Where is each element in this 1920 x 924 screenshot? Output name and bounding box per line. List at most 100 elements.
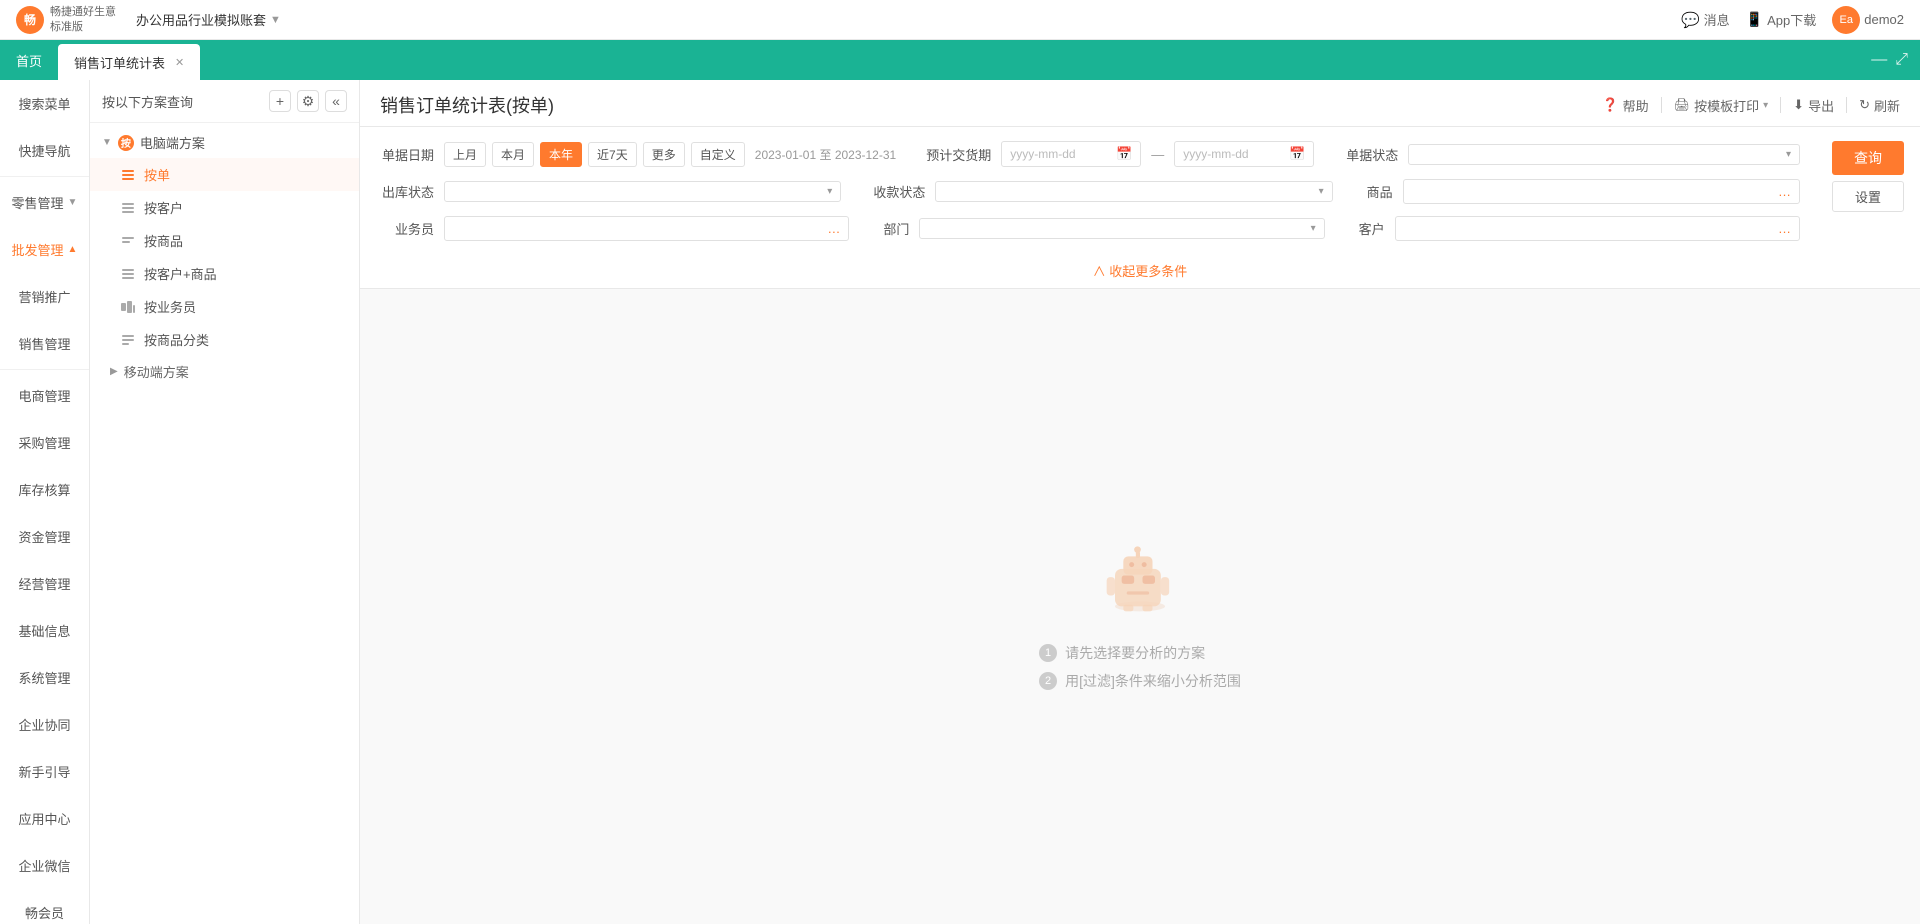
department-select[interactable]: ▾ xyxy=(919,218,1324,239)
scheme-category-desktop[interactable]: ▼ 按 电脑端方案 xyxy=(90,127,359,158)
date-btn-this-year[interactable]: 本年 xyxy=(540,142,582,167)
refresh-icon: ↻ xyxy=(1859,97,1870,113)
date-separator: — xyxy=(1151,147,1164,162)
actions-divider-2 xyxy=(1780,97,1781,113)
query-button[interactable]: 查询 xyxy=(1832,141,1904,175)
tab-bar-actions: — ⤢ xyxy=(1871,51,1920,69)
export-button[interactable]: ⬇ 导出 xyxy=(1793,96,1834,115)
expected-date-start-input[interactable]: yyyy-mm-dd 📅 xyxy=(1001,141,1141,167)
payment-status-arrow-icon: ▾ xyxy=(1319,186,1324,197)
help-button[interactable]: ❓ 帮助 xyxy=(1602,96,1648,115)
page-title: 销售订单统计表(按单) xyxy=(380,92,554,118)
scheme-item-by-salesperson[interactable]: 按业务员 xyxy=(90,290,359,323)
refresh-button[interactable]: ↻ 刷新 xyxy=(1859,96,1900,115)
sidebar-divider-2 xyxy=(0,369,89,370)
sidebar-item-search-menu[interactable]: 搜索菜单 xyxy=(0,80,89,127)
tip-1-num: 1 xyxy=(1039,644,1057,662)
scheme-collapse-button[interactable]: « xyxy=(325,90,347,112)
payment-status-label: 收款状态 xyxy=(871,182,925,201)
goods-more-icon[interactable]: … xyxy=(1778,184,1791,199)
message-button[interactable]: 💬 消息 xyxy=(1681,10,1730,29)
page-content: 按以下方案查询 + ⚙ « ▼ 按 电脑端方案 按单 xyxy=(90,80,1920,924)
salesperson-more-icon[interactable]: … xyxy=(827,221,840,236)
filter-row-1: 单据日期 上月 本月 本年 近7天 更多 自定义 2023-01-01 至 20… xyxy=(380,141,1800,167)
date-end-placeholder: yyyy-mm-dd xyxy=(1183,147,1285,161)
scheme-settings-button[interactable]: ⚙ xyxy=(297,90,319,112)
date-btn-last-month[interactable]: 上月 xyxy=(444,142,486,167)
sidebar-item-operations[interactable]: 经营管理 xyxy=(0,560,89,607)
sidebar-item-app-center[interactable]: 应用中心 xyxy=(0,795,89,842)
breadcrumb-arrow-icon: ▼ xyxy=(270,14,281,26)
top-bar: 畅 畅捷通好生意 标准版 办公用品行业模拟账套 ▼ 💬 消息 📱 App下载 E… xyxy=(0,0,1920,40)
sidebar-item-inventory[interactable]: 库存核算 xyxy=(0,466,89,513)
scheme-category-mobile[interactable]: ▶ 移动端方案 xyxy=(90,356,359,387)
scheme-item-by-order[interactable]: 按单 xyxy=(90,158,359,191)
sidebar-item-member[interactable]: 畅会员 xyxy=(0,889,89,924)
doc-status-label: 单据状态 xyxy=(1344,145,1398,164)
filter-rows: 单据日期 上月 本月 本年 近7天 更多 自定义 2023-01-01 至 20… xyxy=(360,127,1920,241)
retail-arrow-icon: ▼ xyxy=(68,197,78,208)
filter-settings-button[interactable]: 设置 xyxy=(1832,181,1904,212)
scheme-add-button[interactable]: + xyxy=(269,90,291,112)
sidebar-item-enterprise-collab[interactable]: 企业协同 xyxy=(0,701,89,748)
sidebar-item-enterprise-wechat[interactable]: 企业微信 xyxy=(0,842,89,889)
page-actions: ❓ 帮助 🖨 按模板打印 ▾ ⬇ 导出 xyxy=(1602,96,1900,115)
date-range-text: 2023-01-01 至 2023-12-31 xyxy=(755,146,896,163)
logo-area: 畅 畅捷通好生意 标准版 xyxy=(16,5,116,34)
customer-input[interactable]: … xyxy=(1395,216,1800,241)
app-download-button[interactable]: 📱 App下载 xyxy=(1746,10,1817,29)
scheme-item-by-customer[interactable]: 按客户 xyxy=(90,191,359,224)
goods-input[interactable]: … xyxy=(1403,179,1800,204)
doc-status-select[interactable]: ▾ xyxy=(1408,144,1800,165)
sidebar-item-basic-info[interactable]: 基础信息 xyxy=(0,607,89,654)
message-icon: 💬 xyxy=(1681,11,1700,29)
sidebar-item-finance[interactable]: 资金管理 xyxy=(0,513,89,560)
scheme-header-title: 按以下方案查询 xyxy=(102,92,263,111)
sidebar: 搜索菜单 快捷导航 零售管理 ▼ 批发管理 ▲ 营销推广 销售管理 电商管理 采… xyxy=(0,80,90,924)
top-bar-left: 畅 畅捷通好生意 标准版 办公用品行业模拟账套 ▼ xyxy=(16,5,281,34)
collapse-bar[interactable]: ∧ 收起更多条件 xyxy=(360,253,1920,289)
sidebar-item-quick-nav[interactable]: 快捷导航 xyxy=(0,127,89,174)
date-buttons-group: 上月 本月 本年 近7天 更多 自定义 2023-01-01 至 2023-12… xyxy=(444,142,896,167)
sidebar-item-marketing[interactable]: 营销推广 xyxy=(0,273,89,320)
date-btn-custom[interactable]: 自定义 xyxy=(691,142,745,167)
ship-status-select[interactable]: ▾ xyxy=(444,181,841,202)
tip-2-num: 2 xyxy=(1039,672,1057,690)
logo-text: 畅捷通好生意 标准版 xyxy=(50,5,116,34)
sidebar-item-purchase[interactable]: 采购管理 xyxy=(0,419,89,466)
customer-more-icon[interactable]: … xyxy=(1778,221,1791,236)
sidebar-item-system-mgmt[interactable]: 系统管理 xyxy=(0,654,89,701)
date-btn-last-7-days[interactable]: 近7天 xyxy=(588,142,637,167)
sidebar-item-retail-mgmt[interactable]: 零售管理 ▼ xyxy=(0,179,89,226)
wholesale-arrow-icon: ▲ xyxy=(68,244,78,255)
payment-status-select[interactable]: ▾ xyxy=(935,181,1332,202)
print-button[interactable]: 🖨 按模板打印 ▾ xyxy=(1674,96,1769,115)
scheme-item-icon-by-goods-category xyxy=(120,332,136,348)
tab-sales-order-stat[interactable]: 销售订单统计表 ✕ xyxy=(58,44,200,80)
user-profile[interactable]: Ea demo2 xyxy=(1832,6,1904,34)
scheme-item-by-goods[interactable]: 按商品 xyxy=(90,224,359,257)
filter-row-3: 业务员 … 部门 ▾ 客户 … xyxy=(380,216,1800,241)
breadcrumb[interactable]: 办公用品行业模拟账套 ▼ xyxy=(136,10,281,29)
scheme-item-by-customer-goods[interactable]: 按客户+商品 xyxy=(90,257,359,290)
print-icon: 🖨 xyxy=(1674,97,1691,113)
sidebar-divider-1 xyxy=(0,176,89,177)
tab-home[interactable]: 首页 xyxy=(0,40,58,80)
tab-minimize-button[interactable]: — xyxy=(1871,51,1887,69)
actions-divider-3 xyxy=(1846,97,1847,113)
page-title-bar: 销售订单统计表(按单) ❓ 帮助 🖨 按模板打印 ▾ ⬇ xyxy=(360,80,1920,127)
empty-tip-2: 2 用[过滤]条件来缩小分析范围 xyxy=(1039,671,1241,691)
salesperson-input[interactable]: … xyxy=(444,216,849,241)
sidebar-item-wholesale-mgmt[interactable]: 批发管理 ▲ xyxy=(0,226,89,273)
date-btn-more[interactable]: 更多 xyxy=(643,142,685,167)
date-btn-this-month[interactable]: 本月 xyxy=(492,142,534,167)
expected-date-end-input[interactable]: yyyy-mm-dd 📅 xyxy=(1174,141,1314,167)
tab-maximize-button[interactable]: ⤢ xyxy=(1895,51,1908,69)
scheme-item-by-goods-category[interactable]: 按商品分类 xyxy=(90,323,359,356)
tab-close-icon[interactable]: ✕ xyxy=(175,56,184,69)
sidebar-item-sales-mgmt[interactable]: 销售管理 xyxy=(0,320,89,367)
empty-tips: 1 请先选择要分析的方案 2 用[过滤]条件来缩小分析范围 xyxy=(1039,643,1241,691)
scheme-list: ▼ 按 电脑端方案 按单 按客户 xyxy=(90,123,359,391)
sidebar-item-newbie-guide[interactable]: 新手引导 xyxy=(0,748,89,795)
sidebar-item-ecommerce[interactable]: 电商管理 xyxy=(0,372,89,419)
